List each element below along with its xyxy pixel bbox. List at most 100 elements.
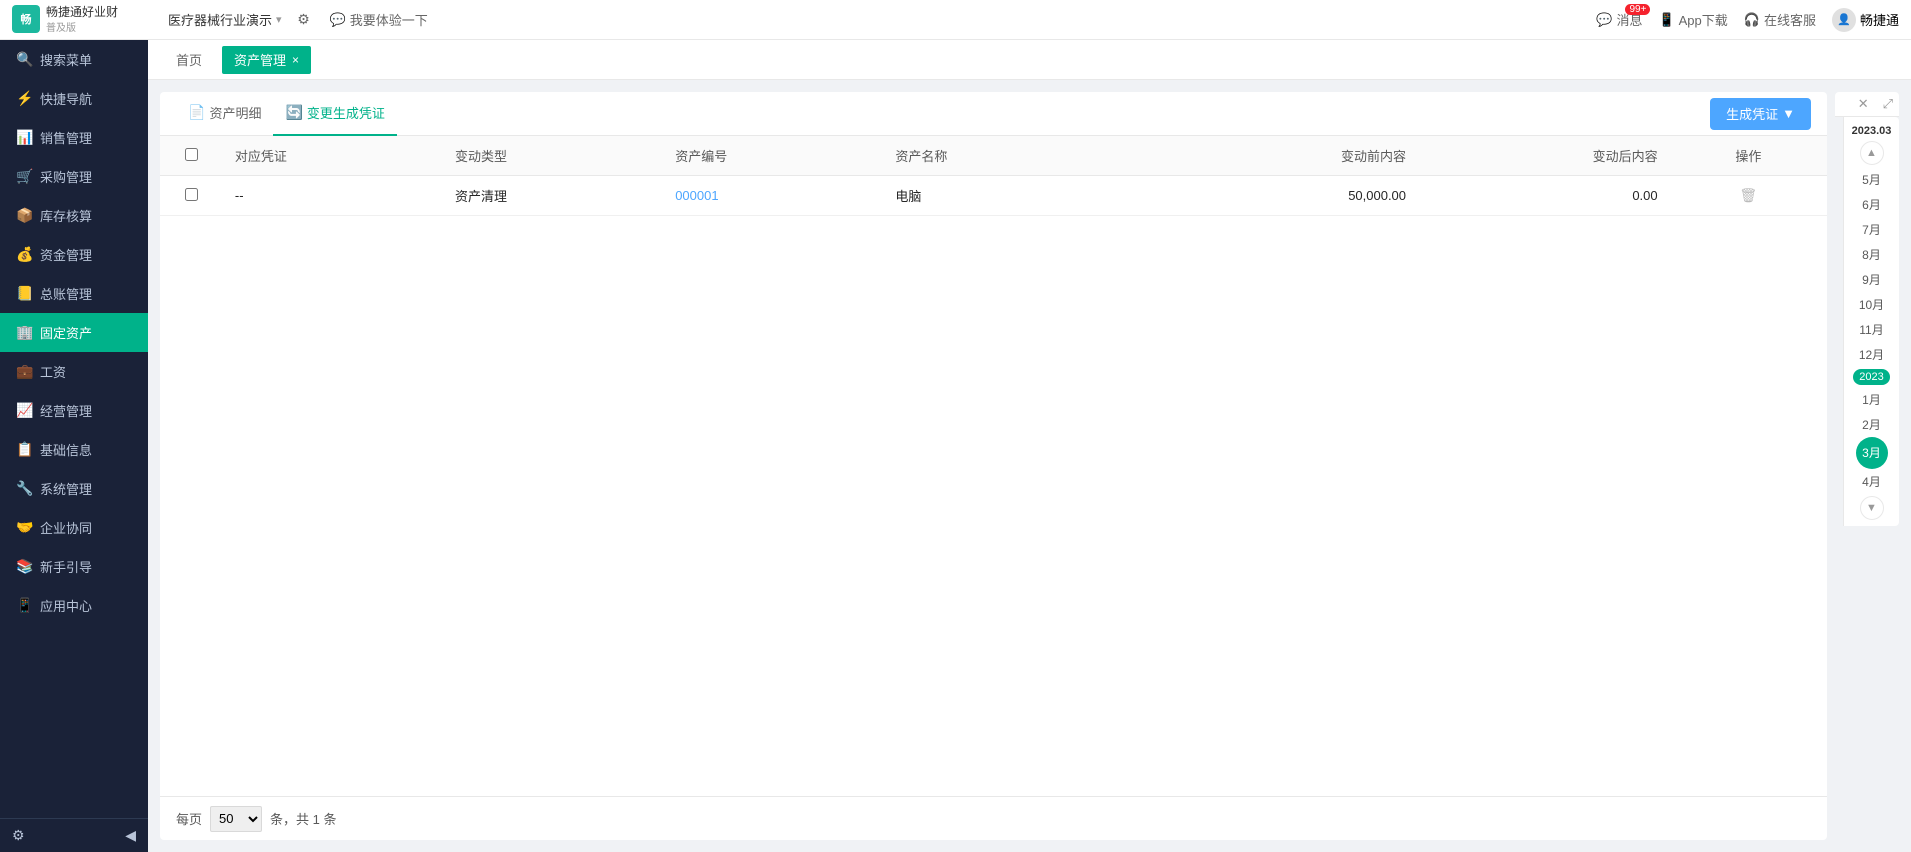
sidebar-label-operations: 经营管理 bbox=[40, 401, 92, 420]
row-after-0: 0.00 bbox=[1418, 176, 1670, 216]
quick-nav-icon: ⚡ bbox=[16, 90, 32, 107]
cal-month-8月[interactable]: 8月 bbox=[1859, 242, 1884, 267]
calendar-close-button[interactable]: ✕ bbox=[1852, 92, 1875, 116]
app-download-label: App下载 bbox=[1679, 10, 1728, 29]
cal-year-badge: 2023 bbox=[1853, 369, 1889, 385]
user-area[interactable]: 👤 畅捷通 bbox=[1832, 8, 1899, 32]
sub-tab-asset-detail[interactable]: 📄 资产明细 bbox=[176, 92, 273, 136]
user-name: 畅捷通 bbox=[1860, 10, 1899, 29]
sidebar-item-guide[interactable]: 📚 新手引导 bbox=[0, 547, 148, 586]
col-header-before: 变动前内容 bbox=[1166, 136, 1418, 176]
fixed-assets-icon: 🏢 bbox=[16, 324, 32, 341]
cal-month-2023-2月[interactable]: 2月 bbox=[1856, 412, 1888, 437]
sidebar-item-fixed-assets[interactable]: 🏢固定资产 bbox=[0, 313, 148, 352]
sales-icon: 📊 bbox=[16, 129, 32, 146]
sidebar-item-operations[interactable]: 📈 经营管理 bbox=[0, 391, 148, 430]
cal-month-7月[interactable]: 7月 bbox=[1859, 217, 1884, 242]
sidebar-label-guide: 新手引导 bbox=[40, 557, 92, 576]
generate-voucher-button[interactable]: 生成凭证 ▼ bbox=[1710, 98, 1811, 130]
basic-info-icon: 📋 bbox=[16, 441, 32, 458]
sidebar-label-quick-nav: 快捷导航 bbox=[40, 89, 92, 108]
top-header: 畅 畅捷通好业财 普及版 医疗器械行业演示 ▾ ⚙ 💬 我要体验一下 💬 消息 … bbox=[0, 0, 1911, 40]
logo-text: 畅捷通好业财 bbox=[46, 5, 118, 19]
sidebar-label-app-center: 应用中心 bbox=[40, 596, 92, 615]
sidebar-collapse-button[interactable]: ◀ bbox=[125, 827, 136, 844]
sidebar-label-search: 搜索菜单 bbox=[40, 50, 92, 69]
table-wrapper: 对应凭证 变动类型 资产编号 资产名称 变动前内容 变动后内容 操作 -- bbox=[160, 136, 1827, 796]
cal-month-6月[interactable]: 6月 bbox=[1859, 192, 1884, 217]
purchase-icon: 🛒 bbox=[16, 168, 32, 185]
col-header-type: 变动类型 bbox=[443, 136, 663, 176]
sidebar-item-app-center[interactable]: 📱应用中心 bbox=[0, 586, 148, 625]
guide-icon: 📚 bbox=[16, 558, 32, 575]
tab-close-icon[interactable]: × bbox=[292, 53, 299, 67]
cal-month-12月[interactable]: 12月 bbox=[1859, 342, 1884, 367]
calendar-expand-button[interactable]: ⤢ bbox=[1877, 92, 1899, 116]
sidebar-item-ledger[interactable]: 📒总账管理 bbox=[0, 274, 148, 313]
settings-button[interactable]: ⚙ bbox=[290, 6, 318, 34]
notification-item[interactable]: 💬 消息 99+ bbox=[1596, 10, 1642, 29]
sidebar-item-quick-nav[interactable]: ⚡ 快捷导航 bbox=[0, 79, 148, 118]
tab-home[interactable]: 首页 bbox=[164, 46, 214, 74]
col-header-name: 资产名称 bbox=[883, 136, 1166, 176]
row-voucher-0: -- bbox=[223, 176, 443, 216]
avatar: 👤 bbox=[1832, 8, 1856, 32]
sub-tabs: 📄 资产明细 🔄 变更生成凭证 生成凭证 ▼ bbox=[160, 92, 1827, 136]
total-label: 条，共 1 条 bbox=[270, 809, 336, 828]
sidebar-item-inventory[interactable]: 📦库存核算 bbox=[0, 196, 148, 235]
notification-icon: 💬 bbox=[1596, 12, 1612, 28]
sidebar-label-finance: 资金管理 bbox=[40, 245, 92, 264]
col-header-action: 操作 bbox=[1670, 136, 1827, 176]
logo-area: 畅 畅捷通好业财 普及版 bbox=[12, 5, 160, 34]
sidebar-label-basic-info: 基础信息 bbox=[40, 440, 92, 459]
feedback-text: 我要体验一下 bbox=[350, 10, 428, 29]
calendar-year-title: 2023.03 bbox=[1852, 121, 1892, 139]
asset-detail-icon: 📄 bbox=[188, 104, 205, 121]
table-row: -- 资产清理 000001 电脑 50,000.00 0.00 🗑 bbox=[160, 176, 1827, 216]
row-checkbox-0[interactable] bbox=[185, 188, 198, 201]
row-action-0[interactable]: 🗑 bbox=[1670, 176, 1827, 216]
delete-icon[interactable]: 🗑 bbox=[1739, 187, 1757, 203]
top-right: 💬 消息 99+ 📱 App下载 🎧 在线客服 👤 畅捷通 bbox=[1596, 8, 1899, 32]
inventory-icon: 📦 bbox=[16, 207, 32, 224]
sidebar-item-system[interactable]: 🔧系统管理 bbox=[0, 469, 148, 508]
cal-month-2023-4月[interactable]: 4月 bbox=[1856, 469, 1888, 494]
tab-bar: 首页 资产管理 × bbox=[148, 40, 1911, 80]
cal-month-9月[interactable]: 9月 bbox=[1859, 267, 1884, 292]
row-check-0[interactable] bbox=[160, 176, 223, 216]
sidebar-item-finance[interactable]: 💰资金管理 bbox=[0, 235, 148, 274]
sidebar-item-purchase[interactable]: 🛒采购管理 bbox=[0, 157, 148, 196]
operations-icon: 📈 bbox=[16, 402, 32, 419]
company-name: 医疗器械行业演示 bbox=[168, 10, 272, 29]
change-voucher-icon: 🔄 bbox=[285, 104, 302, 121]
logo-icon: 畅 bbox=[12, 5, 40, 33]
sidebar-item-payroll[interactable]: 💼工资 bbox=[0, 352, 148, 391]
sidebar: 🔍搜索菜单 ⚡ 快捷导航 📊销售管理🛒采购管理📦库存核算💰资金管理📒总账管理🏢固定资产… bbox=[0, 40, 148, 852]
cal-month-10月[interactable]: 10月 bbox=[1859, 292, 1884, 317]
tab-asset-management[interactable]: 资产管理 × bbox=[222, 46, 311, 74]
sidebar-settings-button[interactable]: ⚙ bbox=[12, 827, 25, 844]
payroll-icon: 💼 bbox=[16, 363, 32, 380]
calendar-down-arrow[interactable]: ▼ bbox=[1860, 496, 1884, 520]
select-all-checkbox[interactable] bbox=[185, 148, 198, 161]
sidebar-item-enterprise[interactable]: 🤝企业协同 bbox=[0, 508, 148, 547]
cal-month-11月[interactable]: 11月 bbox=[1859, 317, 1884, 342]
sub-tab-change-voucher[interactable]: 🔄 变更生成凭证 bbox=[273, 92, 396, 136]
calendar-up-arrow[interactable]: ▲ bbox=[1860, 141, 1884, 165]
page-size-select[interactable]: 50 10 20 100 bbox=[210, 806, 262, 832]
table-body: -- 资产清理 000001 电脑 50,000.00 0.00 🗑 bbox=[160, 176, 1827, 216]
sidebar-item-sales[interactable]: 📊销售管理 bbox=[0, 118, 148, 157]
cal-month-2023-3月[interactable]: 3月 bbox=[1856, 437, 1888, 469]
customer-service-label: 在线客服 bbox=[1764, 10, 1816, 29]
company-selector[interactable]: 医疗器械行业演示 ▾ bbox=[168, 10, 282, 29]
app-download-item[interactable]: 📱 App下载 bbox=[1658, 10, 1727, 29]
feedback-button[interactable]: 💬 我要体验一下 bbox=[330, 10, 428, 29]
customer-service-item[interactable]: 🎧 在线客服 bbox=[1744, 10, 1816, 29]
cal-month-2023-1月[interactable]: 1月 bbox=[1856, 387, 1888, 412]
feedback-icon: 💬 bbox=[330, 12, 346, 28]
sidebar-item-search[interactable]: 🔍搜索菜单 bbox=[0, 40, 148, 79]
sidebar-item-basic-info[interactable]: 📋 基础信息 bbox=[0, 430, 148, 469]
row-type-0: 资产清理 bbox=[443, 176, 663, 216]
cal-month-5月[interactable]: 5月 bbox=[1859, 167, 1884, 192]
tab-asset-label: 资产管理 bbox=[234, 50, 286, 69]
